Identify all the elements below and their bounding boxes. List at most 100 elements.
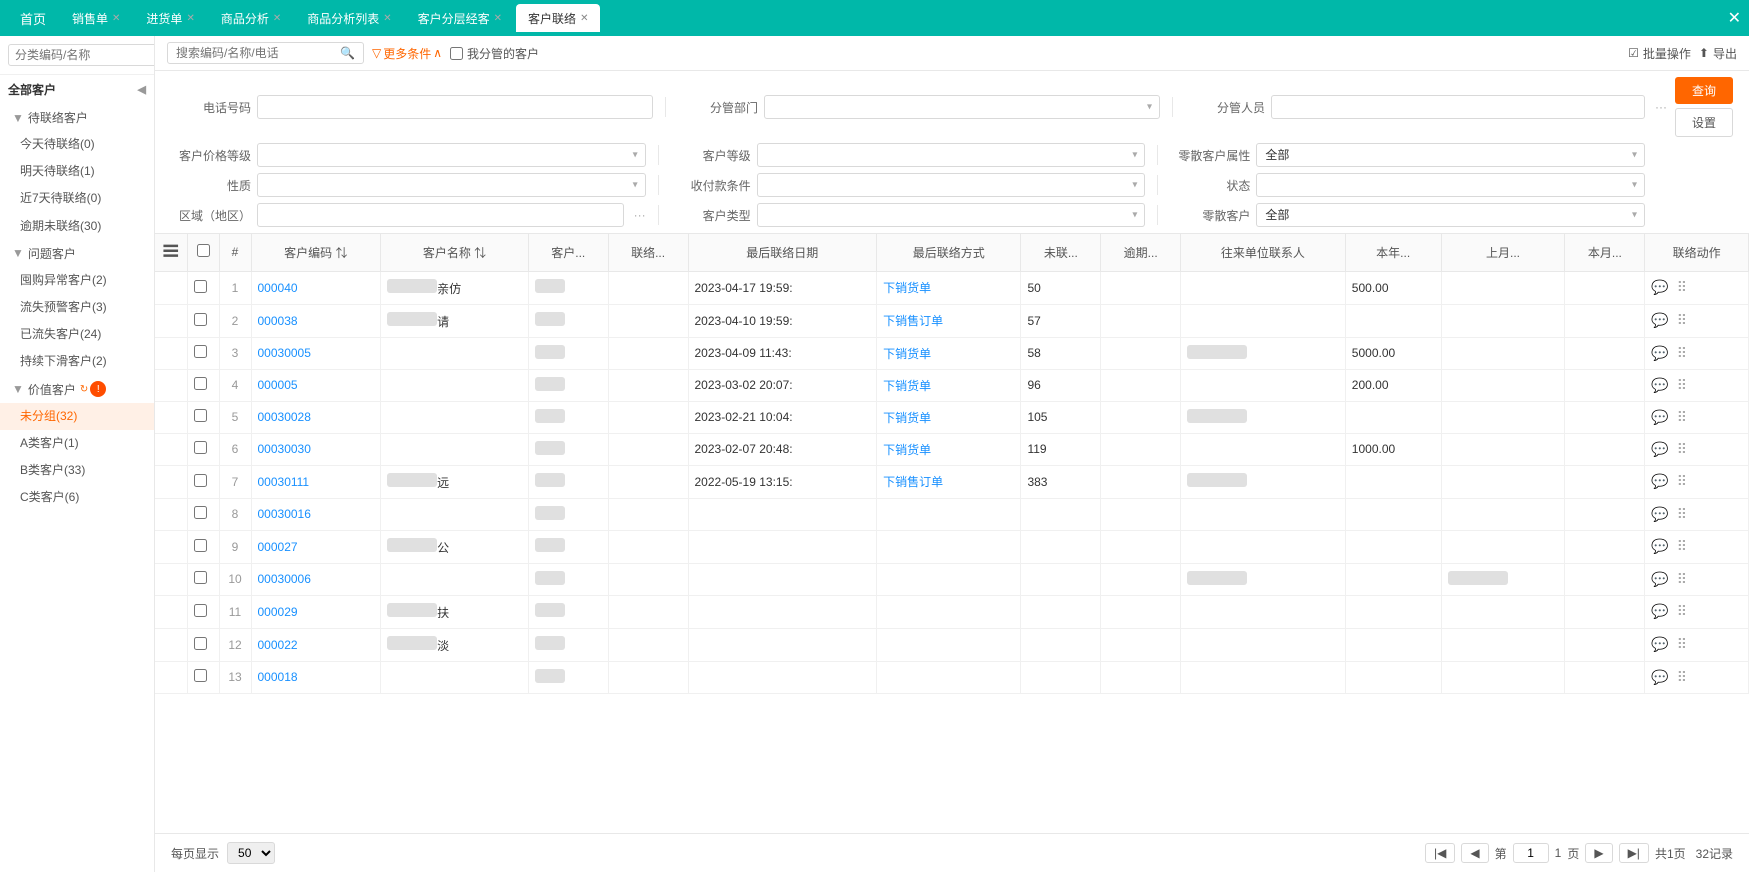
search-input[interactable] <box>176 46 336 60</box>
batch-ops-button[interactable]: ☑ 批量操作 <box>1628 45 1691 62</box>
grid-icon[interactable]: ⠿ <box>1677 636 1687 653</box>
more-icon[interactable]: ··· <box>1655 100 1667 114</box>
checkbox-cell[interactable] <box>187 465 219 498</box>
reset-button[interactable]: 设置 <box>1675 108 1733 137</box>
sidebar-problem-customers-group[interactable]: ▼ 问题客户 <box>0 240 154 267</box>
nature-select[interactable] <box>257 173 646 197</box>
sidebar-all-customers[interactable]: 全部客户 ◀ <box>0 75 154 104</box>
customer-code[interactable]: 00030111 <box>251 465 381 498</box>
grid-icon[interactable]: ⠿ <box>1677 377 1687 394</box>
last-page-button[interactable]: ▶| <box>1619 843 1649 863</box>
phone-input[interactable] <box>257 95 653 119</box>
sidebar-item[interactable]: 逾期未联络(30) <box>0 213 154 240</box>
page-size-select[interactable]: 50 <box>227 842 275 864</box>
chat-icon[interactable]: 💬 <box>1651 441 1668 458</box>
col-code[interactable]: 客户编码 ⇅ <box>251 234 381 271</box>
row-checkbox[interactable] <box>194 377 207 390</box>
checkbox-cell[interactable] <box>187 563 219 595</box>
search-icon[interactable]: 🔍 <box>340 46 355 60</box>
chat-icon[interactable]: 💬 <box>1651 669 1668 686</box>
sidebar-item[interactable]: 囤购异常客户(2) <box>0 267 154 294</box>
chat-icon[interactable]: 💬 <box>1651 473 1668 490</box>
sidebar-item[interactable]: 今天待联络(0) <box>0 131 154 158</box>
nav-home[interactable]: 首页 <box>8 9 58 28</box>
nav-tab-客户联络[interactable]: 客户联络✕ <box>516 4 600 32</box>
tab-close-icon[interactable]: ✕ <box>580 13 588 24</box>
grid-icon[interactable]: ⠿ <box>1677 538 1687 555</box>
chat-icon[interactable]: 💬 <box>1651 345 1668 362</box>
last-way-link[interactable]: 下销货单 <box>883 281 931 295</box>
chat-icon[interactable]: 💬 <box>1651 409 1668 426</box>
row-checkbox[interactable] <box>194 409 207 422</box>
window-close-button[interactable]: ✕ <box>1728 8 1741 28</box>
customer-code[interactable]: 000040 <box>251 271 381 304</box>
row-checkbox[interactable] <box>194 669 207 682</box>
nav-tab-商品分析[interactable]: 商品分析✕ <box>209 4 293 32</box>
customer-code[interactable]: 000022 <box>251 628 381 661</box>
customer-code[interactable]: 00030030 <box>251 433 381 465</box>
chat-icon[interactable]: 💬 <box>1651 506 1668 523</box>
grid-icon[interactable]: ⠿ <box>1677 345 1687 362</box>
checkbox-cell[interactable] <box>187 628 219 661</box>
customer-code[interactable]: 00030016 <box>251 498 381 530</box>
grid-icon[interactable]: ⠿ <box>1677 312 1687 329</box>
export-button[interactable]: ⬆ 导出 <box>1699 45 1737 62</box>
grid-icon[interactable]: ⠿ <box>1677 409 1687 426</box>
region-more-icon[interactable]: ··· <box>634 208 646 222</box>
customer-code[interactable]: 00030006 <box>251 563 381 595</box>
chat-icon[interactable]: 💬 <box>1651 279 1668 296</box>
last-way-link[interactable]: 下销售订单 <box>883 475 943 489</box>
row-checkbox[interactable] <box>194 539 207 552</box>
chat-icon[interactable]: 💬 <box>1651 377 1668 394</box>
grid-icon[interactable]: ⠿ <box>1677 669 1687 686</box>
sidebar-item[interactable]: A类客户(1) <box>0 430 154 457</box>
status-select[interactable] <box>1256 173 1645 197</box>
more-conditions-button[interactable]: ▽ 更多条件 ∧ <box>372 45 442 62</box>
customer-code[interactable]: 000038 <box>251 304 381 337</box>
grid-icon[interactable]: ⠿ <box>1677 603 1687 620</box>
row-checkbox[interactable] <box>194 506 207 519</box>
row-checkbox[interactable] <box>194 637 207 650</box>
checkbox-cell[interactable] <box>187 271 219 304</box>
checkbox-cell[interactable] <box>187 369 219 401</box>
tab-close-icon[interactable]: ✕ <box>383 13 391 24</box>
customer-code[interactable]: 00030028 <box>251 401 381 433</box>
last-way-link[interactable]: 下销货单 <box>883 347 931 361</box>
chat-icon[interactable]: 💬 <box>1651 312 1668 329</box>
nav-tab-销售单[interactable]: 销售单✕ <box>60 4 132 32</box>
region-input[interactable] <box>257 203 624 227</box>
checkbox-cell[interactable] <box>187 304 219 337</box>
grid-icon[interactable]: ⠿ <box>1677 506 1687 523</box>
nav-tab-进货单[interactable]: 进货单✕ <box>134 4 206 32</box>
checkbox-cell[interactable] <box>187 530 219 563</box>
customer-type-select[interactable] <box>757 203 1146 227</box>
nav-tab-商品分析列表[interactable]: 商品分析列表✕ <box>295 4 403 32</box>
person-input[interactable] <box>1271 95 1645 119</box>
grid-icon[interactable]: ⠿ <box>1677 473 1687 490</box>
sidebar-item[interactable]: 未分组(32) <box>0 403 154 430</box>
chat-icon[interactable]: 💬 <box>1651 636 1668 653</box>
chat-icon[interactable]: 💬 <box>1651 538 1668 555</box>
row-checkbox[interactable] <box>194 280 207 293</box>
customer-level-select[interactable] <box>757 143 1146 167</box>
my-customers-checkbox[interactable] <box>450 47 463 60</box>
col-name[interactable]: 客户名称 ⇅ <box>381 234 529 271</box>
select-all-checkbox[interactable] <box>197 244 210 257</box>
sidebar-value-customers-group[interactable]: ▼ 价值客户 ↻ ! <box>0 376 154 403</box>
row-checkbox[interactable] <box>194 313 207 326</box>
grid-icon[interactable]: ⠿ <box>1677 571 1687 588</box>
retail-attr-select[interactable]: 全部 <box>1256 143 1645 167</box>
checkbox-cell[interactable] <box>187 595 219 628</box>
sidebar-item[interactable]: 已流失客户(24) <box>0 321 154 348</box>
checkbox-cell[interactable] <box>187 433 219 465</box>
payment-select[interactable] <box>757 173 1146 197</box>
grid-icon[interactable]: ⠿ <box>1677 279 1687 296</box>
chat-icon[interactable]: 💬 <box>1651 603 1668 620</box>
last-way-link[interactable]: 下销货单 <box>883 411 931 425</box>
col-checkbox[interactable] <box>187 234 219 271</box>
grid-icon[interactable]: ⠿ <box>1677 441 1687 458</box>
price-level-select[interactable] <box>257 143 646 167</box>
customer-code[interactable]: 000005 <box>251 369 381 401</box>
customer-code[interactable]: 000029 <box>251 595 381 628</box>
chat-icon[interactable]: 💬 <box>1651 571 1668 588</box>
